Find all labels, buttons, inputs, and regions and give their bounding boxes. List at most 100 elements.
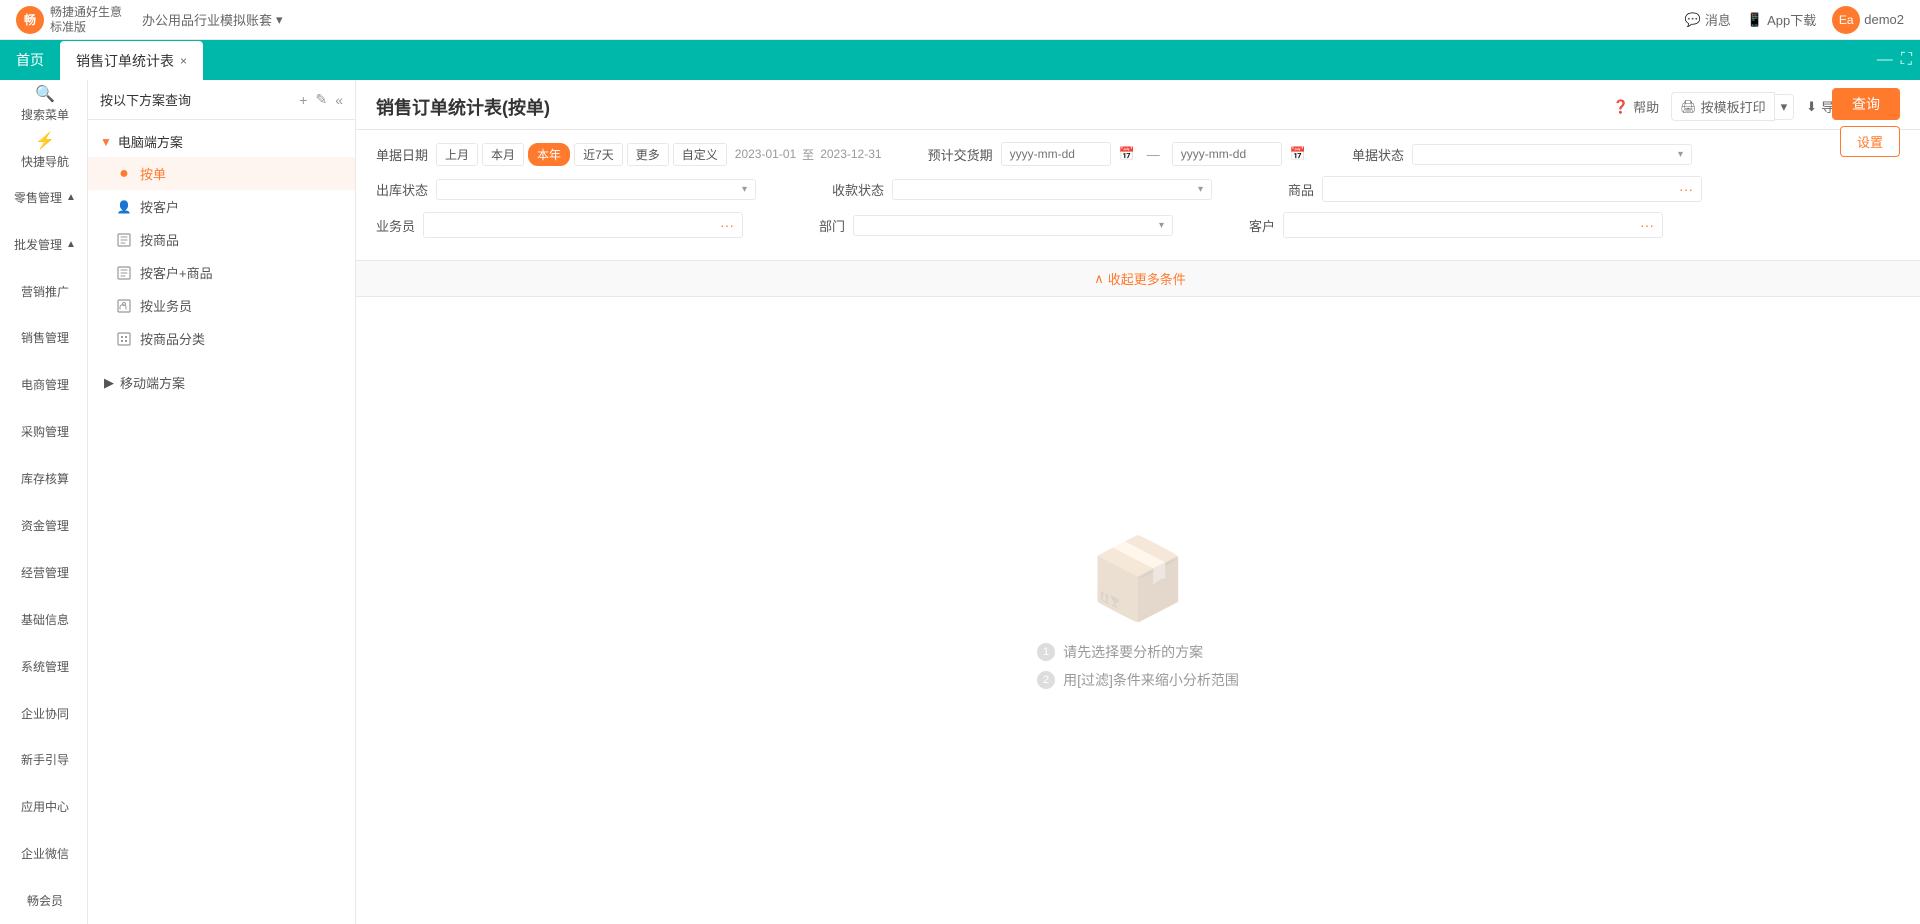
- sidebar-item-purchase[interactable]: 采购管理: [0, 408, 87, 455]
- date-btn-this-month[interactable]: 本月: [482, 143, 524, 166]
- sidebar-item-inventory[interactable]: 库存核算: [0, 455, 87, 502]
- date-btn-last-month[interactable]: 上月: [436, 143, 478, 166]
- sidebar-item-quick-nav[interactable]: ⚡ 快捷导航: [0, 127, 87, 174]
- mobile-section-expand-icon: ▶: [104, 375, 114, 391]
- by-customer-icon: 👤: [116, 199, 132, 215]
- scheme-item-by-customer-goods[interactable]: 按客户+商品: [88, 256, 355, 289]
- download-icon: 📱: [1747, 12, 1763, 28]
- empty-tip-2: 2 用[过滤]条件来缩小分析范围: [1037, 670, 1239, 690]
- expected-date-from-input[interactable]: [1001, 142, 1111, 166]
- settings-btn[interactable]: 设置: [1840, 126, 1900, 157]
- sidebar-item-marketing[interactable]: 营销推广: [0, 268, 87, 315]
- tip-2-num: 2: [1037, 671, 1055, 689]
- filter-row-3: 业务员 ··· 部门 ▾ 客户: [376, 212, 1800, 238]
- logo-text: 畅捷通好生意 标准版: [50, 5, 122, 34]
- filter-row-2: 出库状态 ▾ 收款状态 ▾ 商品: [376, 176, 1800, 202]
- date-btn-custom[interactable]: 自定义: [673, 143, 727, 166]
- tab-bar: 首页 销售订单统计表 × — ⛶: [0, 40, 1920, 80]
- salesman-select-dots[interactable]: ···: [720, 217, 734, 233]
- scheme-item-by-salesman[interactable]: 按业务员: [88, 289, 355, 322]
- help-btn[interactable]: ❓ 帮助: [1613, 97, 1659, 116]
- date-btn-this-year[interactable]: 本年: [528, 143, 570, 166]
- expected-date-to-input[interactable]: [1172, 142, 1282, 166]
- sidebar-item-system[interactable]: 系统管理: [0, 643, 87, 690]
- date-shortcuts: 上月 本月 本年 近7天 更多 自定义: [436, 143, 727, 166]
- print-dropdown-btn[interactable]: ▾: [1775, 94, 1795, 120]
- app-selector[interactable]: 办公用品行业模拟账套 ▾: [142, 10, 283, 29]
- payment-status-select[interactable]: ▾: [892, 179, 1212, 200]
- scheme-add-btn[interactable]: +: [299, 92, 307, 108]
- maximize-btn[interactable]: ⛶: [1901, 51, 1912, 69]
- pc-scheme-section-title[interactable]: ▼ 电脑端方案: [88, 126, 355, 157]
- page-header: 销售订单统计表(按单) ❓ 帮助 🖨 按模板打印 ▾ ⬇: [356, 80, 1920, 130]
- pc-section-expand-icon: ▼: [100, 135, 112, 149]
- salesman-filter: 业务员 ···: [376, 212, 743, 238]
- date-btn-more[interactable]: 更多: [627, 143, 669, 166]
- empty-state: 📦 1 请先选择要分析的方案 2 用[过滤]条件来缩小分析范围: [356, 297, 1920, 924]
- empty-state-icon: 📦: [1088, 532, 1188, 626]
- right-panel: 销售订单统计表(按单) ❓ 帮助 🖨 按模板打印 ▾ ⬇: [356, 80, 1920, 924]
- chevron-down-icon: ▾: [276, 12, 283, 28]
- by-order-icon: ●: [116, 166, 132, 182]
- tab-home[interactable]: 首页: [0, 40, 60, 80]
- date-btn-7days[interactable]: 近7天: [574, 143, 623, 166]
- scheme-item-by-customer[interactable]: 👤 按客户: [88, 190, 355, 223]
- date-range-display: 2023-01-01 至 2023-12-31: [735, 146, 882, 163]
- scheme-item-by-order[interactable]: ● 按单: [88, 157, 355, 190]
- delivery-status-select[interactable]: ▾: [436, 179, 756, 200]
- calendar-from-icon[interactable]: 📅: [1119, 146, 1135, 162]
- scheme-item-by-goods[interactable]: 按商品: [88, 223, 355, 256]
- sidebar-item-enterprise-collab[interactable]: 企业协同: [0, 690, 87, 737]
- goods-select-dots[interactable]: ···: [1679, 181, 1693, 197]
- sidebar-item-enterprise-wechat[interactable]: 企业微信: [0, 830, 87, 877]
- user-profile-btn[interactable]: Ea demo2: [1832, 6, 1904, 34]
- filter-area: 单据日期 上月 本月 本年 近7天 更多 自定义 2023-01-01 至: [356, 130, 1920, 261]
- print-template-btn[interactable]: 🖨 按模板打印: [1671, 92, 1775, 121]
- collapse-icon: ∧: [1094, 271, 1104, 287]
- top-bar-left: 畅 畅捷通好生意 标准版 办公用品行业模拟账套 ▾: [16, 5, 283, 34]
- customer-select[interactable]: ···: [1283, 212, 1663, 238]
- query-btn[interactable]: 查询: [1832, 88, 1900, 120]
- logo-icon: 畅: [16, 6, 44, 34]
- empty-tips: 1 请先选择要分析的方案 2 用[过滤]条件来缩小分析范围: [1037, 642, 1239, 690]
- scheme-header-actions: + ✎ «: [299, 91, 343, 108]
- customer-select-dots[interactable]: ···: [1640, 217, 1654, 233]
- sidebar-item-retail[interactable]: 零售管理 ▲: [0, 174, 87, 221]
- sidebar-item-app-center[interactable]: 应用中心: [0, 783, 87, 830]
- sidebar-item-search[interactable]: 🔍 搜索菜单: [0, 80, 87, 127]
- sidebar-item-basic-info[interactable]: 基础信息: [0, 596, 87, 643]
- tab-close-btn[interactable]: ×: [180, 54, 187, 68]
- payment-status-filter: 收款状态 ▾: [832, 179, 1212, 200]
- sidebar-item-wholesale[interactable]: 批发管理 ▲: [0, 221, 87, 268]
- app-download-btn[interactable]: 📱 App下载: [1747, 10, 1816, 29]
- mobile-scheme-section-title[interactable]: ▶ 移动端方案: [88, 367, 355, 398]
- avatar: Ea: [1832, 6, 1860, 34]
- goods-select[interactable]: ···: [1322, 176, 1702, 202]
- sidebar-item-sales[interactable]: 销售管理: [0, 314, 87, 361]
- sidebar-item-finance[interactable]: 资金管理: [0, 502, 87, 549]
- sidebar-item-operations[interactable]: 经营管理: [0, 549, 87, 596]
- calendar-to-icon[interactable]: 📅: [1290, 146, 1306, 162]
- retail-expand-icon: ▲: [66, 192, 76, 203]
- collapse-bar[interactable]: ∧ 收起更多条件: [356, 261, 1920, 297]
- sidebar-item-member[interactable]: 畅会员: [0, 877, 87, 924]
- print-icon: 🖨: [1680, 99, 1697, 115]
- search-icon: 🔍: [35, 84, 55, 104]
- dept-filter: 部门 ▾: [819, 215, 1173, 236]
- scheme-edit-btn[interactable]: ✎: [315, 91, 327, 108]
- minimize-btn[interactable]: —: [1877, 51, 1893, 69]
- status-select[interactable]: ▾: [1412, 144, 1692, 165]
- salesman-select[interactable]: ···: [423, 212, 743, 238]
- scheme-collapse-btn[interactable]: «: [335, 92, 343, 108]
- delivery-status-filter: 出库状态 ▾: [376, 179, 756, 200]
- filter-row-1: 单据日期 上月 本月 本年 近7天 更多 自定义 2023-01-01 至: [376, 142, 1800, 166]
- top-bar-right: 💬 消息 📱 App下载 Ea demo2: [1685, 6, 1904, 34]
- dept-select[interactable]: ▾: [853, 215, 1173, 236]
- message-btn[interactable]: 💬 消息: [1685, 10, 1731, 29]
- scheme-item-by-goods-category[interactable]: 按商品分类: [88, 322, 355, 355]
- tab-sales-order-stats[interactable]: 销售订单统计表 ×: [60, 41, 203, 81]
- by-goods-icon: [116, 232, 132, 248]
- sidebar-item-ecommerce[interactable]: 电商管理: [0, 361, 87, 408]
- payment-select-arrow-icon: ▾: [1198, 184, 1203, 195]
- sidebar-item-newbie[interactable]: 新手引导: [0, 736, 87, 783]
